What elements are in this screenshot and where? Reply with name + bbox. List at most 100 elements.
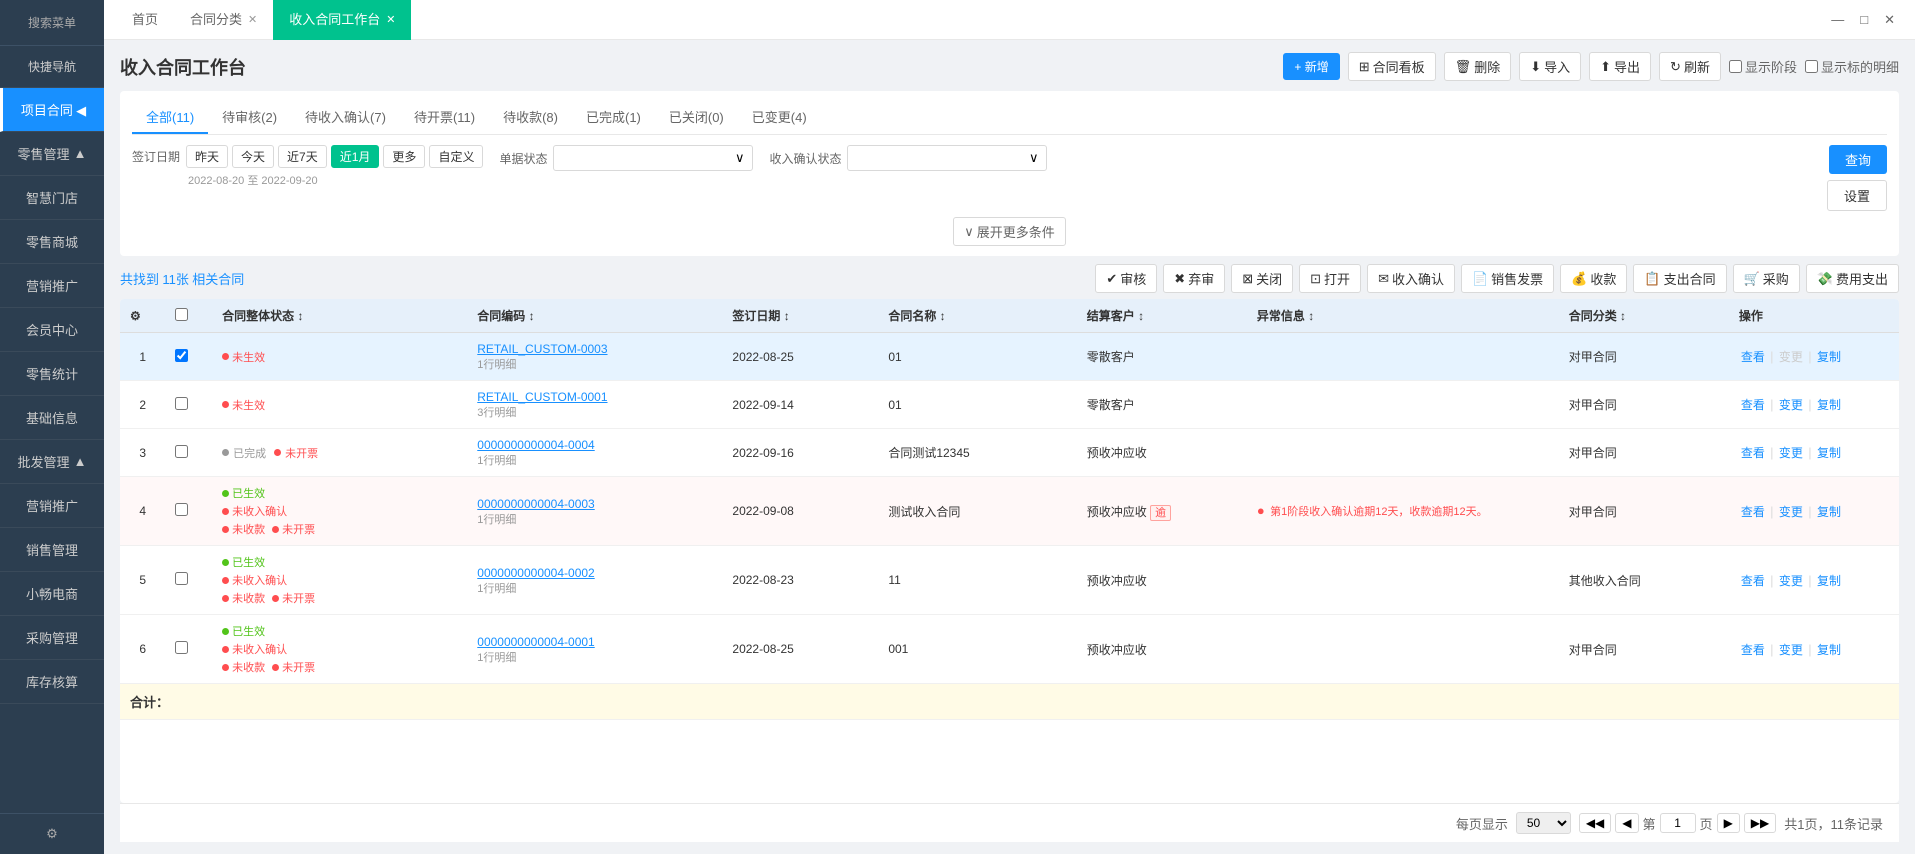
op-copy[interactable]: 复制 [1817,574,1841,588]
query-button[interactable]: 查询 [1829,145,1887,174]
action-review[interactable]: ✔ 审核 [1095,264,1157,293]
op-change[interactable]: 变更 [1779,574,1803,588]
op-view[interactable]: 查看 [1741,643,1765,657]
op-copy[interactable]: 复制 [1817,505,1841,519]
window-close[interactable]: ✕ [1876,12,1903,28]
page-prev-button[interactable]: ◀ [1615,813,1638,833]
status-tab-pending-review[interactable]: 待审核(2) [208,101,291,134]
show-segment-checkbox[interactable]: 显示阶段 [1729,57,1797,76]
op-copy[interactable]: 复制 [1817,446,1841,460]
op-change[interactable]: 变更 [1779,446,1803,460]
sidebar-item-basic-info[interactable]: 基础信息 [0,396,104,440]
page-number-input[interactable] [1660,813,1696,833]
sidebar-settings[interactable]: ⚙ [0,813,104,854]
status-tab-changed[interactable]: 已变更(4) [738,101,821,134]
action-income-confirm[interactable]: ✉ 收入确认 [1367,264,1455,293]
contract-code-link[interactable]: 0000000000004-0004 [477,438,594,452]
sidebar-item-purchase[interactable]: 采购管理 [0,616,104,660]
contract-code-link[interactable]: RETAIL_CUSTOM-0001 [477,390,607,404]
status-tab-pending-income[interactable]: 待收入确认(7) [291,101,400,134]
sidebar-item-retail-mgmt[interactable]: 零售管理 ▲ [0,132,104,176]
op-copy[interactable]: 复制 [1817,350,1841,364]
action-expense-out2[interactable]: 💸 费用支出 [1806,264,1899,293]
status-tab-pending-receipt[interactable]: 待收款(8) [489,101,572,134]
op-view[interactable]: 查看 [1741,398,1765,412]
sidebar-item-inventory[interactable]: 库存核算 [0,660,104,704]
sidebar-item-marketing2[interactable]: 营销推广 [0,484,104,528]
page-next-button[interactable]: ▶ [1717,813,1740,833]
cell-checkbox[interactable] [165,381,212,429]
window-maximize[interactable]: □ [1852,12,1876,27]
show-detail-checkbox[interactable]: 显示标的明细 [1805,57,1899,76]
contract-code-link[interactable]: RETAIL_CUSTOM-0003 [477,342,607,356]
op-change[interactable]: 变更 [1779,398,1803,412]
cell-checkbox[interactable] [165,429,212,477]
row-checkbox[interactable] [175,503,188,516]
contract-code-link[interactable]: 0000000000004-0002 [477,566,594,580]
date-btn-yesterday[interactable]: 昨天 [186,145,228,168]
status-tab-pending-invoice[interactable]: 待开票(11) [400,101,489,134]
row-checkbox[interactable] [175,445,188,458]
status-tab-all[interactable]: 全部(11) [132,101,208,134]
sidebar-item-retail-mall[interactable]: 零售商城 [0,220,104,264]
tab-income-workbench[interactable]: 收入合同工作台 ✕ [273,0,411,40]
sidebar-search[interactable]: 搜索菜单 [0,0,104,46]
show-detail-input[interactable] [1805,60,1818,73]
sidebar-item-batch-mgmt[interactable]: 批发管理 ▲ [0,440,104,484]
sidebar-item-member[interactable]: 会员中心 [0,308,104,352]
doc-status-select[interactable]: ∨ [553,145,753,171]
income-confirm-select[interactable]: ∨ [847,145,1047,171]
sidebar-item-marketing[interactable]: 营销推广 [0,264,104,308]
op-view[interactable]: 查看 [1741,574,1765,588]
page-size-select[interactable]: 50 100 200 [1516,812,1571,834]
delete-button[interactable]: 🗑 删除 [1444,52,1512,81]
tab-home[interactable]: 首页 [116,0,174,40]
action-sales-invoice[interactable]: 📄 销售发票 [1461,264,1554,293]
window-minimize[interactable]: — [1823,12,1852,27]
cell-checkbox[interactable] [165,546,212,615]
op-view[interactable]: 查看 [1741,350,1765,364]
col-checkbox[interactable] [165,299,212,333]
row-checkbox[interactable] [175,572,188,585]
action-receipt[interactable]: 💰 收款 [1560,264,1627,293]
sidebar-item-sales-mgmt[interactable]: 销售管理 [0,528,104,572]
sidebar-quick-nav[interactable]: 快捷导航 [0,46,104,88]
op-copy[interactable]: 复制 [1817,398,1841,412]
op-copy[interactable]: 复制 [1817,643,1841,657]
sidebar-item-ecommerce[interactable]: 小畅电商 [0,572,104,616]
cell-checkbox[interactable] [165,477,212,546]
tab-contract-category-close[interactable]: ✕ [248,0,257,40]
show-segment-input[interactable] [1729,60,1742,73]
contract-code-link[interactable]: 0000000000004-0003 [477,497,594,511]
sidebar-item-retail-stats[interactable]: 零售统计 [0,352,104,396]
tab-contract-category[interactable]: 合同分类 ✕ [174,0,273,40]
date-btn-custom[interactable]: 自定义 [429,145,483,168]
row-checkbox[interactable] [175,349,188,362]
date-btn-last1m[interactable]: 近1月 [331,145,380,168]
op-view[interactable]: 查看 [1741,446,1765,460]
date-btn-last7d[interactable]: 近7天 [278,145,327,168]
page-last-button[interactable]: ▶▶ [1744,813,1776,833]
expand-conditions-button[interactable]: ∨ 展开更多条件 [953,217,1066,246]
action-close[interactable]: ⊠ 关闭 [1231,264,1293,293]
page-first-button[interactable]: ◀◀ [1579,813,1611,833]
action-open[interactable]: ⊡ 打开 [1299,264,1361,293]
op-view[interactable]: 查看 [1741,505,1765,519]
status-tab-closed[interactable]: 已关闭(0) [655,101,738,134]
select-all-checkbox[interactable] [175,308,188,321]
row-checkbox[interactable] [175,397,188,410]
settings-button[interactable]: 设置 [1827,180,1887,211]
contract-code-link[interactable]: 0000000000004-0001 [477,635,594,649]
tab-income-workbench-close[interactable]: ✕ [386,0,395,40]
status-tab-completed[interactable]: 已完成(1) [572,101,655,134]
col-settings[interactable]: ⚙ [120,299,165,333]
sidebar-item-project[interactable]: 项目合同 ◀ [0,88,104,132]
cell-checkbox[interactable] [165,615,212,684]
new-button[interactable]: + 新增 [1283,53,1339,80]
contract-board-button[interactable]: ⊞ 合同看板 [1348,52,1436,81]
action-purchase[interactable]: 🛒 采购 [1733,264,1800,293]
op-change[interactable]: 变更 [1779,643,1803,657]
refresh-button[interactable]: ↻ 刷新 [1659,52,1721,81]
date-btn-today[interactable]: 今天 [232,145,274,168]
cell-checkbox[interactable] [165,333,212,381]
